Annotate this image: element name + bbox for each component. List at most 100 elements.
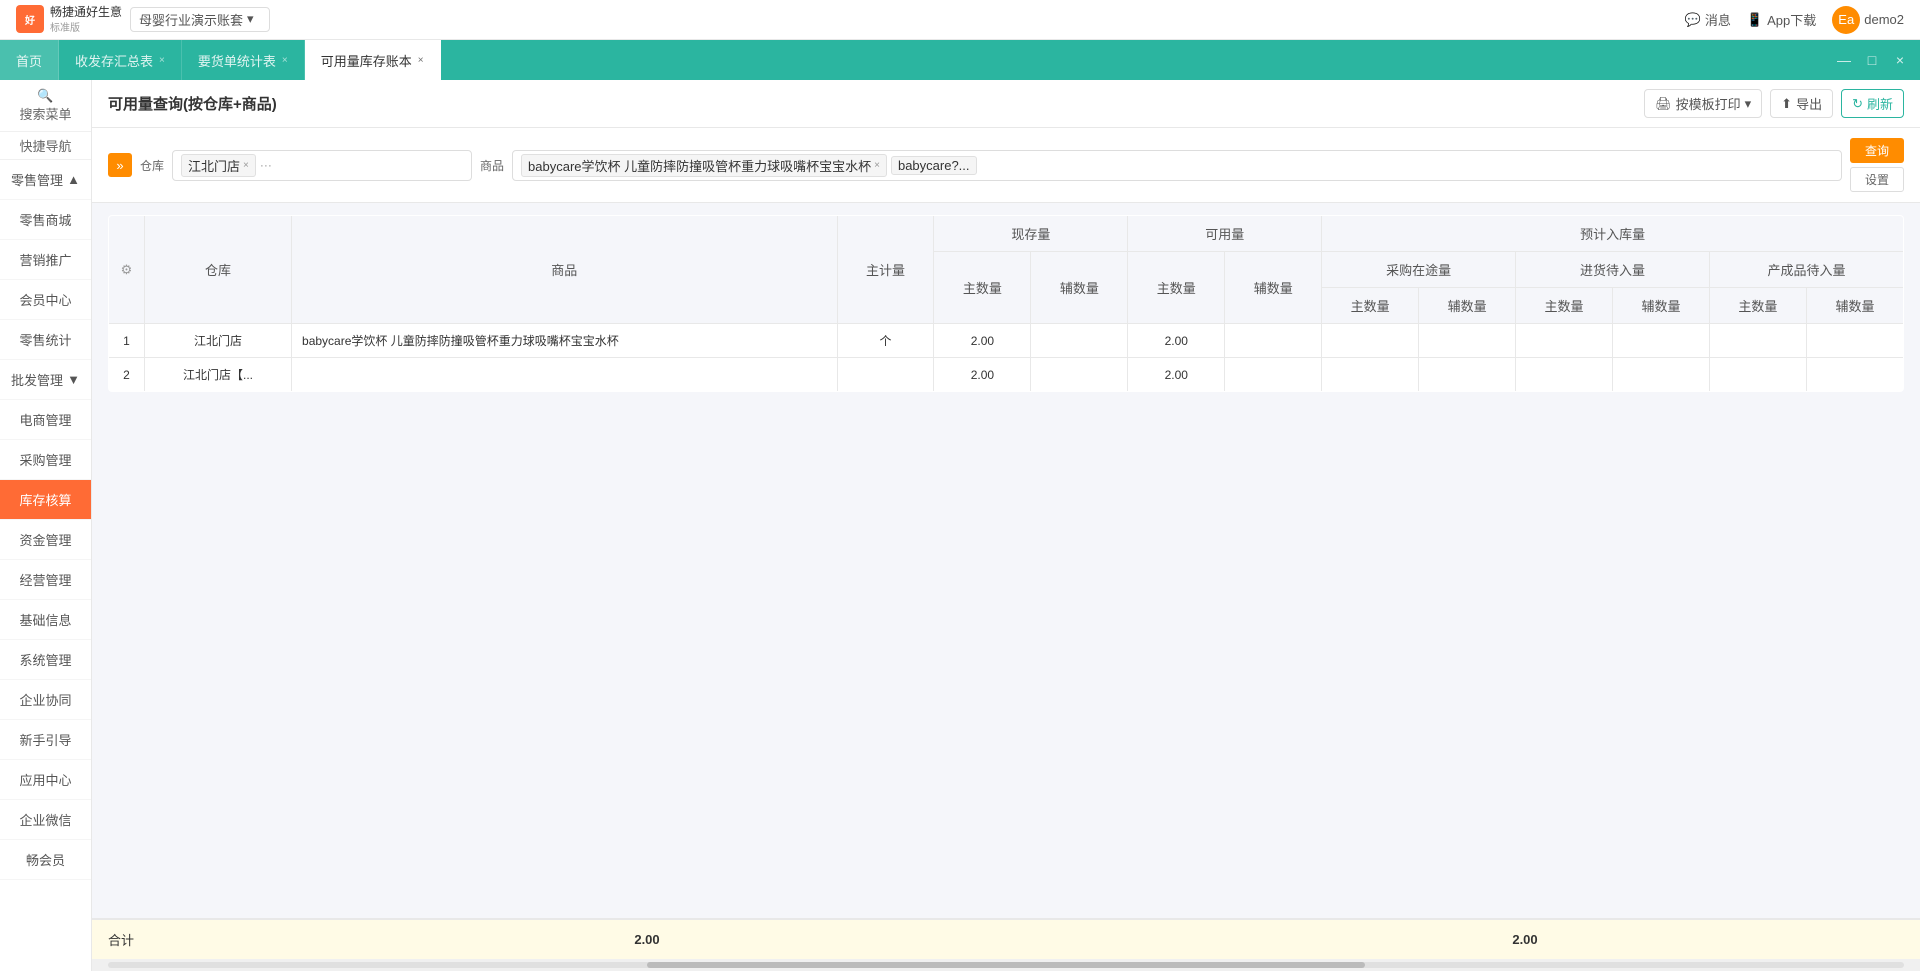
industry-selector[interactable]: 母婴行业演示账套 ▾	[130, 7, 270, 32]
cell-production-main	[1709, 324, 1806, 358]
header-right: 💬 消息 📱 App下载 Ea demo2	[1685, 6, 1904, 34]
cell-product	[292, 358, 838, 392]
export-btn[interactable]: ⬆ 导出	[1770, 89, 1833, 118]
cell-stock-aux	[1031, 324, 1128, 358]
scrollbar-area	[92, 959, 1920, 971]
sidebar-item-marketing[interactable]: 营销推广	[0, 240, 91, 280]
sidebar-retail-mgmt-label: 零售管理	[11, 170, 63, 189]
tab-available-stock-close[interactable]: ×	[418, 55, 424, 66]
footer-available-main-value: 2.00	[1512, 932, 1537, 947]
user-action[interactable]: Ea demo2	[1832, 6, 1904, 34]
sidebar-item-inventory-check[interactable]: 库存核算	[0, 480, 91, 520]
refresh-label: 刷新	[1867, 94, 1893, 113]
th-production-aux: 辅数量	[1806, 288, 1903, 324]
sidebar-item-member-center[interactable]: 会员中心	[0, 280, 91, 320]
sidebar-item-vip-member[interactable]: 畅会员	[0, 840, 91, 880]
scrollbar-track[interactable]	[108, 962, 1904, 968]
cell-stock-main: 2.00	[934, 358, 1031, 392]
sidebar-item-app-center[interactable]: 应用中心	[0, 760, 91, 800]
tab-bar: 首页 收发存汇总表 × 要货单统计表 × 可用量库存账本 × — □ ×	[0, 40, 1920, 80]
minimize-btn[interactable]: —	[1832, 48, 1856, 72]
sidebar-item-wholesale-mgmt[interactable]: 批发管理 ▼	[0, 360, 91, 400]
avatar: Ea	[1832, 6, 1860, 34]
th-incoming-group: 进货待入量	[1516, 252, 1710, 288]
sidebar-purchase-label: 采购管理	[19, 450, 71, 469]
tab-order-stats[interactable]: 要货单统计表 ×	[182, 40, 305, 80]
data-table: ⚙ 仓库 商品 主计量 现存量	[108, 215, 1904, 392]
warehouse-filter-container[interactable]: 江北门店 × ···	[172, 150, 472, 181]
sidebar-item-system-mgmt[interactable]: 系统管理	[0, 640, 91, 680]
sidebar-item-new-guide[interactable]: 新手引导	[0, 720, 91, 760]
sidebar-app-center-label: 应用中心	[19, 770, 71, 789]
user-name: demo2	[1864, 12, 1904, 27]
th-purchase-transit-main: 主数量	[1322, 288, 1419, 324]
th-production-main: 主数量	[1709, 288, 1806, 324]
sidebar-search[interactable]: 🔍 搜索菜单	[0, 80, 91, 132]
sidebar-item-purchase-mgmt[interactable]: 采购管理	[0, 440, 91, 480]
th-gear[interactable]: ⚙	[109, 216, 145, 324]
message-action[interactable]: 💬 消息	[1685, 10, 1731, 29]
warehouse-more-btn[interactable]: ···	[260, 158, 272, 172]
maximize-btn[interactable]: □	[1860, 48, 1884, 72]
tab-receipts-close[interactable]: ×	[159, 55, 165, 66]
tab-window-actions: — □ ×	[1832, 48, 1920, 72]
sidebar-search-label: 搜索菜单	[8, 104, 83, 123]
filter-expand-btn[interactable]: »	[108, 153, 132, 177]
app-name: 畅捷通好生意	[50, 5, 122, 19]
th-production-group: 产成品待入量	[1709, 252, 1903, 288]
tab-order-stats-close[interactable]: ×	[282, 55, 288, 66]
warehouse-filter-label: 仓库	[140, 157, 164, 174]
logo-text-area: 畅捷通好生意 标准版	[50, 5, 122, 34]
th-purchase-transit-aux: 辅数量	[1419, 288, 1516, 324]
cell-seq: 2	[109, 358, 145, 392]
product-filter-label: 商品	[480, 157, 504, 174]
query-btn[interactable]: 查询	[1850, 138, 1904, 163]
close-btn[interactable]: ×	[1888, 48, 1912, 72]
tab-receipts[interactable]: 收发存汇总表 ×	[59, 40, 182, 80]
product-tag-2[interactable]: babycare?...	[891, 156, 977, 175]
warehouse-tag[interactable]: 江北门店 ×	[181, 154, 256, 177]
sidebar-system-label: 系统管理	[19, 650, 71, 669]
cell-purchase-transit-aux	[1419, 358, 1516, 392]
cell-production-main	[1709, 358, 1806, 392]
sidebar-item-basic-info[interactable]: 基础信息	[0, 600, 91, 640]
scrollbar-thumb[interactable]	[647, 962, 1365, 968]
footer-available-main: 2.00	[1512, 932, 1537, 947]
warehouse-tag-close[interactable]: ×	[243, 160, 249, 171]
product-tag-1-close[interactable]: ×	[874, 160, 880, 171]
sidebar-item-ecommerce-mgmt[interactable]: 电商管理	[0, 400, 91, 440]
chevron-icon: ▲	[67, 172, 80, 187]
sidebar-item-operations-mgmt[interactable]: 经营管理	[0, 560, 91, 600]
header-left: 好 畅捷通好生意 标准版 母婴行业演示账套 ▾	[16, 5, 270, 34]
cell-purchase-transit-aux	[1419, 324, 1516, 358]
cell-incoming-aux	[1613, 324, 1710, 358]
message-label: 消息	[1705, 10, 1731, 29]
sidebar-item-retail-mgmt[interactable]: 零售管理 ▲	[0, 160, 91, 200]
cell-stock-aux	[1031, 358, 1128, 392]
cell-unit: 个	[837, 324, 934, 358]
sidebar-item-enterprise-collab[interactable]: 企业协同	[0, 680, 91, 720]
print-label: 按模板打印	[1676, 94, 1741, 113]
cell-purchase-transit-main	[1322, 358, 1419, 392]
sidebar-finance-label: 资金管理	[19, 530, 71, 549]
print-dropdown-icon: ▾	[1745, 96, 1752, 112]
tab-home[interactable]: 首页	[0, 40, 59, 80]
cell-available-main: 2.00	[1128, 358, 1225, 392]
tab-available-stock[interactable]: 可用量库存账本 ×	[305, 40, 441, 80]
sidebar-item-retail-stats[interactable]: 零售统计	[0, 320, 91, 360]
sidebar-item-enterprise-wechat[interactable]: 企业微信	[0, 800, 91, 840]
download-action[interactable]: 📱 App下载	[1747, 10, 1816, 29]
product-tag-1[interactable]: babycare学饮杯 儿童防摔防撞吸管杯重力球吸嘴杯宝宝水杯 ×	[521, 154, 887, 177]
refresh-btn[interactable]: ↻ 刷新	[1841, 89, 1904, 118]
filter-action-buttons: 查询 设置	[1850, 138, 1904, 192]
setting-btn[interactable]: 设置	[1850, 167, 1904, 192]
cell-incoming-main	[1516, 358, 1613, 392]
th-available-group: 可用量	[1128, 216, 1322, 252]
sidebar-item-retail-mall[interactable]: 零售商城	[0, 200, 91, 240]
sidebar-quick-nav[interactable]: 快捷导航	[0, 132, 91, 160]
gear-icon[interactable]: ⚙	[121, 262, 133, 277]
sidebar-item-finance-mgmt[interactable]: 资金管理	[0, 520, 91, 560]
th-stock-main: 主数量	[934, 252, 1031, 324]
print-btn[interactable]: 🖨 按模板打印 ▾	[1644, 89, 1762, 118]
product-filter-container[interactable]: babycare学饮杯 儿童防摔防撞吸管杯重力球吸嘴杯宝宝水杯 × babyca…	[512, 150, 1842, 181]
